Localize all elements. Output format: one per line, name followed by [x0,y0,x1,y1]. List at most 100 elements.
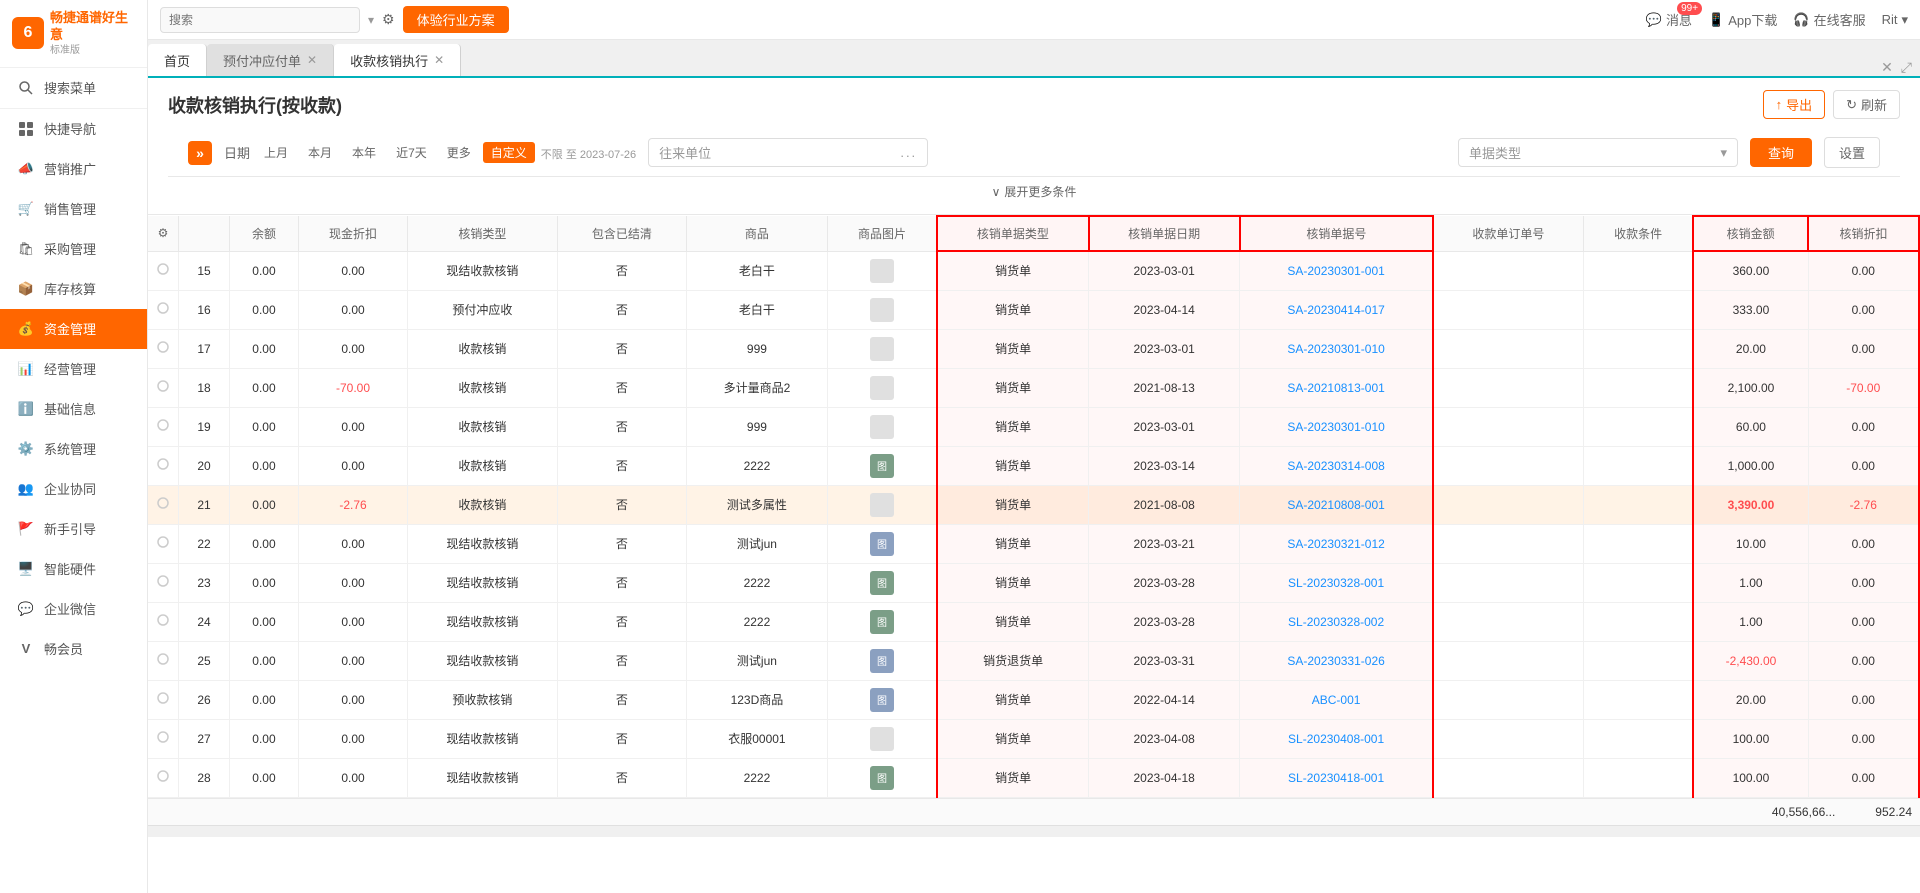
tab-prepay-close-icon[interactable]: ✕ [307,53,317,67]
export-button[interactable]: ↑ 导出 [1763,90,1826,119]
tab-home-label: 首页 [164,51,190,70]
row-settings[interactable] [148,602,179,641]
type-filter[interactable]: 单据类型 ▾ [1458,138,1738,167]
row-settings[interactable] [148,485,179,524]
sidebar-item-system[interactable]: ⚙️ 系统管理 [0,429,147,469]
row-verify-bill-no[interactable]: SA-20230301-010 [1240,329,1433,368]
sidebar-item-search[interactable]: 搜索菜单 [0,68,147,109]
row-product-image: 图 [827,602,937,641]
sidebar-item-basic[interactable]: ℹ️ 基础信息 [0,389,147,429]
online-service-button[interactable]: 🎧 在线客服 [1793,10,1865,29]
sidebar-item-collab[interactable]: 👥 企业协同 [0,469,147,509]
user-profile[interactable]: Rit ▾ [1882,12,1908,28]
row-verify-bill-no[interactable]: ABC-001 [1240,680,1433,719]
row-include-settled: 否 [557,563,686,602]
row-verify-bill-no[interactable]: SA-20230314-008 [1240,446,1433,485]
sidebar-item-hardware[interactable]: 🖥️ 智能硬件 [0,549,147,589]
tab-verify-close-icon[interactable]: ✕ [434,53,444,67]
row-verify-bill-no[interactable]: SA-20210813-001 [1240,368,1433,407]
row-verify-bill-no[interactable]: SL-20230328-002 [1240,602,1433,641]
maximize-window-icon[interactable]: ⤢ [1901,59,1912,76]
row-settings[interactable] [148,719,179,758]
column-settings-icon[interactable]: ⚙ [158,226,169,240]
search-button[interactable]: 查询 [1750,138,1812,167]
row-settings[interactable] [148,524,179,563]
message-icon: 💬 [1646,12,1662,28]
user-chevron-icon: ▾ [1901,12,1908,28]
sidebar-item-nav[interactable]: 快捷导航 [0,109,147,149]
trial-button[interactable]: 体验行业方案 [403,6,509,33]
sidebar-item-vip[interactable]: V 畅会员 [0,629,147,669]
row-verify-amount: -2,430.00 [1693,641,1808,680]
row-verify-bill-type: 销货单 [937,329,1088,368]
sidebar-item-operations[interactable]: 📊 经营管理 [0,349,147,389]
sidebar-item-sales[interactable]: 🛒 销售管理 [0,189,147,229]
expand-more-bar[interactable]: ∨ 展开更多条件 [168,177,1900,206]
row-verify-discount: 0.00 [1808,563,1919,602]
date-this-month-btn[interactable]: 本月 [300,142,340,163]
row-product: 123D商品 [687,680,828,719]
date-last-7days-btn[interactable]: 近7天 [388,142,435,163]
app-download-button[interactable]: 📱 App下载 [1708,10,1777,29]
sidebar-hardware-label: 智能硬件 [44,559,96,578]
row-settings[interactable] [148,407,179,446]
row-settings[interactable] [148,368,179,407]
row-receipt-order-no [1433,290,1583,329]
sidebar-item-inventory[interactable]: 📦 库存核算 [0,269,147,309]
close-window-icon[interactable]: ✕ [1881,59,1893,76]
th-gear[interactable]: ⚙ [148,216,179,251]
row-verify-bill-no[interactable]: SA-20210808-001 [1240,485,1433,524]
row-verify-bill-no[interactable]: SA-20230331-026 [1240,641,1433,680]
sidebar-item-marketing[interactable]: 📣 营销推广 [0,149,147,189]
mobile-icon: 📱 [1708,12,1724,28]
sidebar-item-wechat[interactable]: 💬 企业微信 [0,589,147,629]
row-verify-amount: 1,000.00 [1693,446,1808,485]
row-settings[interactable] [148,329,179,368]
row-settings[interactable] [148,758,179,797]
date-more-btn[interactable]: 更多 [439,142,479,163]
tab-home[interactable]: 首页 [148,44,207,76]
row-verify-bill-no[interactable]: SA-20230301-001 [1240,251,1433,290]
row-settings[interactable] [148,446,179,485]
row-verify-bill-no[interactable]: SA-20230321-012 [1240,524,1433,563]
table-row: 160.000.00预付冲应收否老白干销货单2023-04-14SA-20230… [148,290,1919,329]
row-settings[interactable] [148,251,179,290]
row-balance: 0.00 [230,524,299,563]
date-custom-btn[interactable]: 自定义 [483,142,535,163]
date-this-year-btn[interactable]: 本年 [344,142,384,163]
th-verify-type: 核销类型 [408,216,558,251]
row-verify-bill-no[interactable]: SL-20230328-001 [1240,563,1433,602]
tab-prepay[interactable]: 预付冲应付单 ✕ [207,44,334,76]
setting-button[interactable]: 设置 [1824,137,1880,168]
message-button[interactable]: 💬 消息 99+ [1646,10,1692,29]
unit-filter[interactable]: 往来单位 ... [648,138,928,167]
row-verify-bill-date: 2023-03-01 [1089,407,1240,446]
row-product-image: 图 [827,758,937,797]
page-actions: ↑ 导出 ↻ 刷新 [1763,90,1900,119]
row-settings[interactable] [148,563,179,602]
row-settings[interactable] [148,641,179,680]
date-last-month-btn[interactable]: 上月 [256,142,296,163]
scrollbar-area[interactable] [148,825,1920,837]
row-verify-bill-type: 销货退货单 [937,641,1088,680]
row-verify-bill-no[interactable]: SL-20230418-001 [1240,758,1433,797]
sidebar-logo: 6 畅捷通谱好生意 标准版 [0,0,147,68]
topbar-search-input[interactable] [160,7,360,33]
filter-toggle-button[interactable]: » [188,141,212,165]
topbar-gear-icon[interactable]: ⚙ [382,11,395,28]
refresh-button[interactable]: ↻ 刷新 [1833,90,1900,119]
sidebar-item-purchase[interactable]: 🛍 采购管理 [0,229,147,269]
row-verify-bill-no[interactable]: SL-20230408-001 [1240,719,1433,758]
row-product: 测试jun [687,524,828,563]
row-balance: 0.00 [230,719,299,758]
row-settings[interactable] [148,290,179,329]
row-verify-bill-no[interactable]: SA-20230301-010 [1240,407,1433,446]
row-settings[interactable] [148,680,179,719]
row-verify-bill-no[interactable]: SA-20230414-017 [1240,290,1433,329]
tab-verify[interactable]: 收款核销执行 ✕ [334,44,461,76]
row-verify-type: 收款核销 [408,329,558,368]
filter-date-group: 日期 上月 本月 本年 近7天 更多 自定义 不限 至 2023-07-26 [224,142,636,163]
row-receipt-order-no [1433,758,1583,797]
sidebar-item-finance[interactable]: 💰 资金管理 [0,309,147,349]
sidebar-item-guide[interactable]: 🚩 新手引导 [0,509,147,549]
